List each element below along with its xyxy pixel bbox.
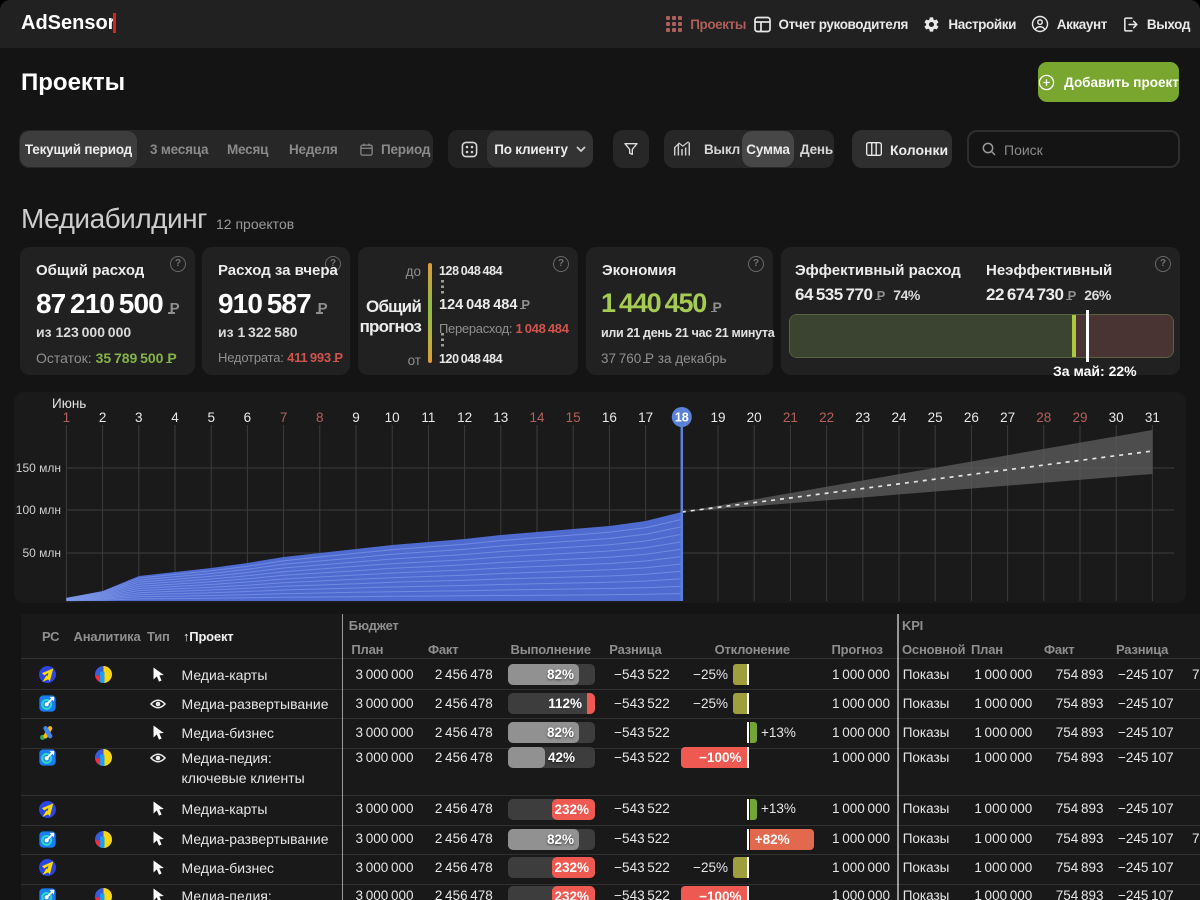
svg-text:15: 15 (566, 410, 581, 425)
svg-text:14: 14 (529, 410, 545, 425)
svg-text:12: 12 (457, 410, 472, 425)
svg-text:18: 18 (675, 411, 689, 425)
svg-text:8: 8 (316, 410, 324, 425)
svg-text:150 млн: 150 млн (16, 461, 61, 475)
svg-text:5: 5 (207, 410, 215, 425)
svg-text:11: 11 (421, 410, 435, 425)
svg-text:Июнь: Июнь (52, 396, 86, 411)
svg-text:3: 3 (135, 410, 143, 425)
svg-text:24: 24 (891, 410, 907, 425)
svg-text:16: 16 (602, 410, 617, 425)
svg-text:2: 2 (99, 410, 107, 425)
svg-text:23: 23 (855, 410, 870, 425)
svg-text:100 млн: 100 млн (16, 503, 61, 517)
svg-text:27: 27 (1000, 410, 1015, 425)
svg-text:4: 4 (171, 410, 179, 425)
svg-text:26: 26 (964, 410, 979, 425)
svg-text:1: 1 (63, 410, 71, 425)
svg-text:6: 6 (244, 410, 252, 425)
svg-text:25: 25 (928, 410, 943, 425)
svg-text:21: 21 (783, 410, 798, 425)
svg-text:31: 31 (1145, 410, 1160, 425)
svg-text:13: 13 (493, 410, 508, 425)
svg-text:19: 19 (710, 410, 725, 425)
svg-text:20: 20 (747, 410, 762, 425)
svg-text:28: 28 (1036, 410, 1051, 425)
svg-text:17: 17 (638, 410, 653, 425)
svg-text:22: 22 (819, 410, 834, 425)
svg-text:10: 10 (385, 410, 400, 425)
svg-text:30: 30 (1109, 410, 1124, 425)
svg-text:50 млн: 50 млн (22, 546, 61, 560)
svg-text:9: 9 (352, 410, 360, 425)
svg-text:7: 7 (280, 410, 288, 425)
svg-text:29: 29 (1072, 410, 1087, 425)
